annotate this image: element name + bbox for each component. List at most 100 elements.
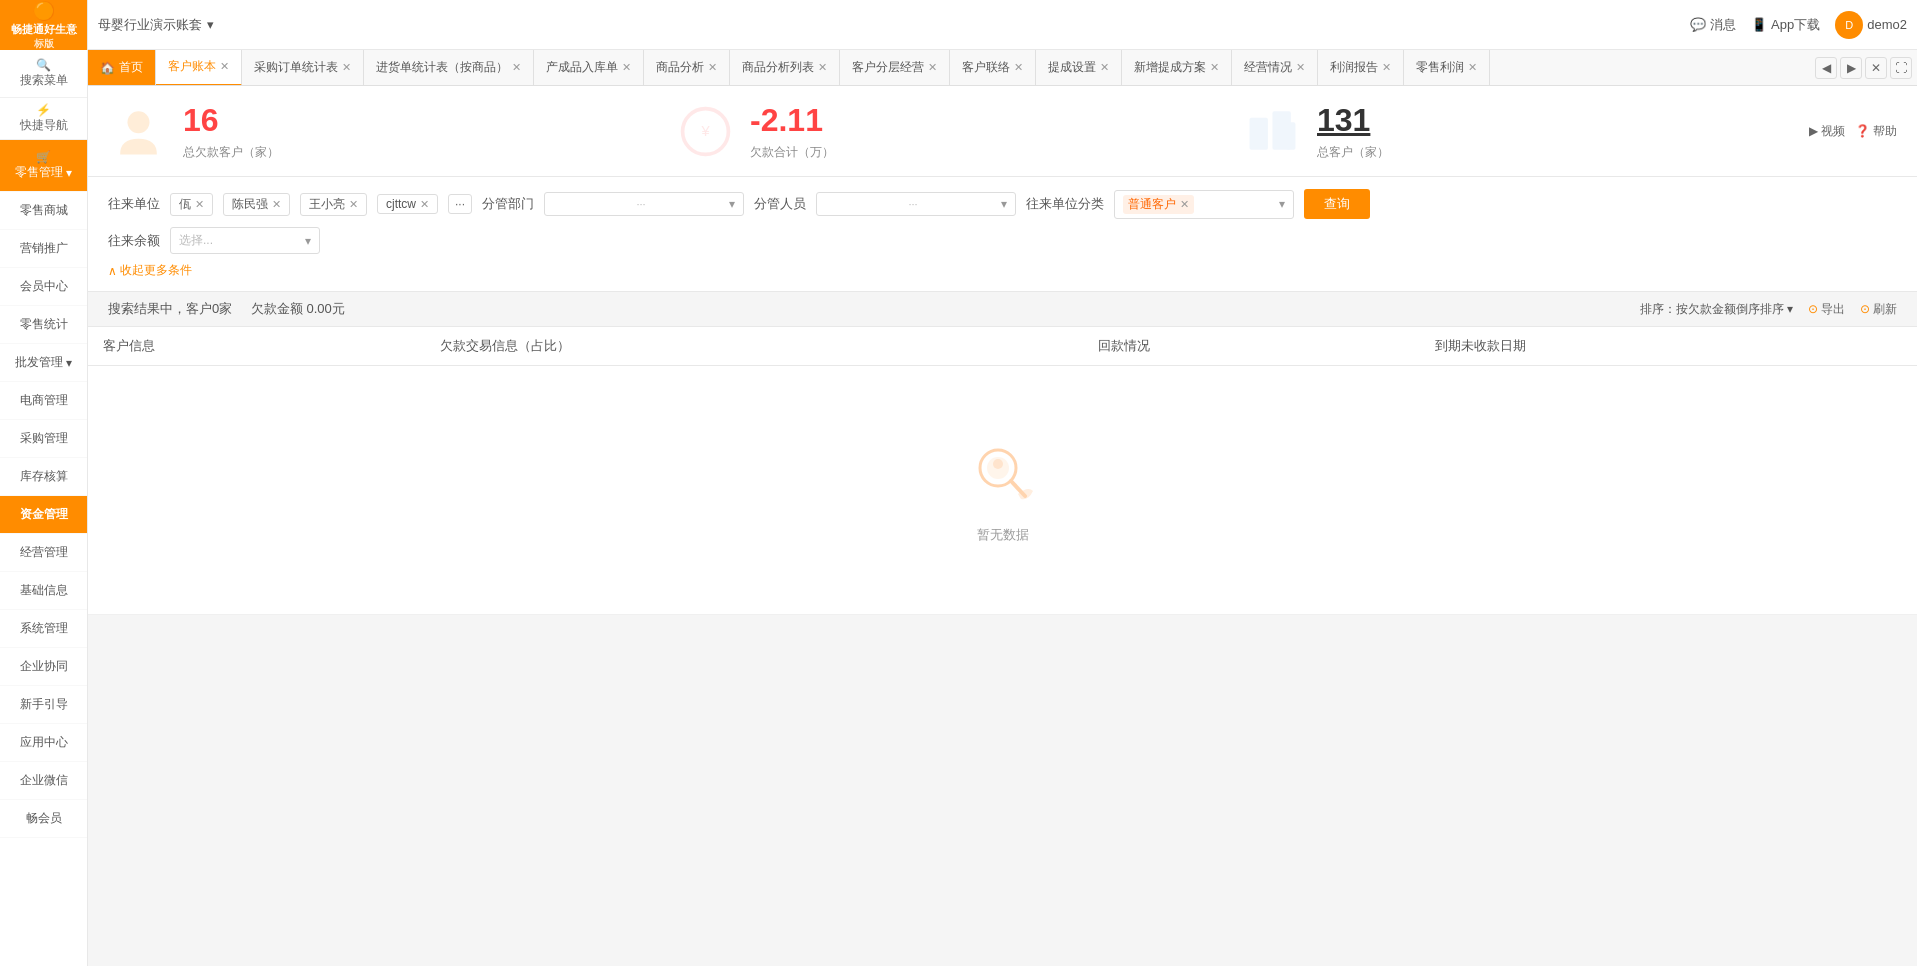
data-table-container: 客户信息 欠款交易信息（占比） 回款情况 到期未收款日期: [88, 327, 1917, 615]
video-button[interactable]: ▶ 视频: [1809, 123, 1845, 140]
app-name: 畅捷通好生意: [11, 22, 77, 37]
filter-label-person: 分管人员: [754, 195, 806, 213]
filter-more-button[interactable]: ···: [448, 194, 472, 214]
tab-purchase-order[interactable]: 采购订单统计表 ✕: [242, 50, 364, 86]
sort-dropdown[interactable]: 排序：按欠款金额倒序排序 ▾: [1640, 301, 1793, 318]
remove-category-icon[interactable]: ✕: [1180, 198, 1189, 211]
close-icon[interactable]: ✕: [1468, 61, 1477, 74]
sidebar-item-basic-info[interactable]: 基础信息: [0, 572, 87, 610]
remove-tag-icon[interactable]: ✕: [195, 198, 204, 211]
close-icon[interactable]: ✕: [818, 61, 827, 74]
close-icon[interactable]: ✕: [1100, 61, 1109, 74]
sidebar-item-operation-mgmt[interactable]: 经营管理: [0, 534, 87, 572]
close-icon[interactable]: ✕: [512, 61, 521, 74]
user-avatar[interactable]: D demo2: [1835, 11, 1907, 39]
tab-expand-button[interactable]: ⛶: [1890, 57, 1912, 79]
tab-stock-stats[interactable]: 进货单统计表（按商品） ✕: [364, 50, 534, 86]
filter-dept-select[interactable]: ··· ▾: [544, 192, 744, 216]
filter-tag-unit-3[interactable]: 王小亮 ✕: [300, 193, 367, 216]
sidebar-item-wechat-work[interactable]: 企业微信: [0, 762, 87, 800]
home-icon: 🏠: [100, 61, 115, 75]
tab-customers[interactable]: 客户账本 ✕: [156, 50, 242, 86]
sidebar-item-retail-shop[interactable]: 零售商城: [0, 192, 87, 230]
filter-balance-select[interactable]: 选择... ▾: [170, 227, 320, 254]
app-sub: 标版: [34, 37, 54, 51]
empty-text: 暂无数据: [977, 526, 1029, 544]
tab-retail-profit[interactable]: 零售利润 ✕: [1404, 50, 1490, 86]
filter-person-select[interactable]: ··· ▾: [816, 192, 1016, 216]
tab-add-promotion[interactable]: 新增提成方案 ✕: [1122, 50, 1232, 86]
sidebar-item-system-mgmt[interactable]: 系统管理: [0, 610, 87, 648]
tab-customer-contact[interactable]: 客户联络 ✕: [950, 50, 1036, 86]
sidebar-item-retail-stats[interactable]: 零售统计: [0, 306, 87, 344]
close-icon[interactable]: ✕: [1382, 61, 1391, 74]
query-button[interactable]: 查询: [1304, 189, 1370, 219]
tab-customer-segment[interactable]: 客户分层经营 ✕: [840, 50, 950, 86]
store-selector[interactable]: 母婴行业演示账套 ▾: [98, 16, 214, 34]
message-button[interactable]: 💬 消息: [1690, 16, 1736, 34]
remove-tag-icon[interactable]: ✕: [349, 198, 358, 211]
sidebar-item-vip-member[interactable]: 畅会员: [0, 800, 87, 838]
stat-customers-value: 16: [183, 101, 279, 139]
filter-tag-unit-1[interactable]: 佤 ✕: [170, 193, 213, 216]
close-icon[interactable]: ✕: [342, 61, 351, 74]
sidebar-item-purchase-mgmt[interactable]: 采购管理: [0, 420, 87, 458]
category-tag[interactable]: 普通客户 ✕: [1123, 195, 1194, 214]
tab-profit-report[interactable]: 利润报告 ✕: [1318, 50, 1404, 86]
remove-tag-icon[interactable]: ✕: [420, 198, 429, 211]
tab-operation[interactable]: 经营情况 ✕: [1232, 50, 1318, 86]
help-icon: ❓: [1855, 124, 1870, 138]
close-icon[interactable]: ✕: [1210, 61, 1219, 74]
sidebar-item-member-center[interactable]: 会员中心: [0, 268, 87, 306]
export-icon: ⊙: [1808, 302, 1818, 316]
svg-text:¥: ¥: [700, 123, 710, 139]
sidebar-item-marketing[interactable]: 营销推广: [0, 230, 87, 268]
stat-debt-value: -2.11: [750, 101, 834, 139]
sidebar-item-ecommerce[interactable]: 电商管理: [0, 382, 87, 420]
result-bar-right: 排序：按欠款金额倒序排序 ▾ ⊙ 导出 ⊙ 刷新: [1640, 301, 1897, 318]
close-icon[interactable]: ✕: [220, 60, 229, 73]
stat-total: 131 总客户（家）: [1317, 101, 1389, 160]
debt-amount-text: 欠款金额 0.00元: [251, 301, 345, 316]
app-download-button[interactable]: 📱 App下载: [1751, 16, 1820, 34]
export-button[interactable]: ⊙ 导出: [1808, 301, 1845, 318]
tab-next-button[interactable]: ▶: [1840, 57, 1862, 79]
sidebar-item-finance[interactable]: 资金管理: [0, 496, 87, 534]
filter-tag-unit-2[interactable]: 陈民强 ✕: [223, 193, 290, 216]
stat-debt-label: 欠款合计（万）: [750, 144, 834, 161]
stat-block-customers: 16 总欠款客户（家）: [108, 101, 675, 161]
filter-category-select[interactable]: 普通客户 ✕ ▾: [1114, 190, 1294, 219]
filter-row-2: 往来余额 选择... ▾: [108, 227, 1897, 254]
close-icon[interactable]: ✕: [622, 61, 631, 74]
tab-goods-analysis-list[interactable]: 商品分析列表 ✕: [730, 50, 840, 86]
tab-home[interactable]: 🏠 首页: [88, 50, 156, 86]
tab-promotion-settings[interactable]: 提成设置 ✕: [1036, 50, 1122, 86]
chevron-down-icon: ▾: [305, 234, 311, 248]
refresh-button[interactable]: ⊙ 刷新: [1860, 301, 1897, 318]
sidebar-item-enterprise[interactable]: 企业协同: [0, 648, 87, 686]
sidebar-item-retail-mgmt[interactable]: 🛒 零售管理 ▾: [0, 140, 87, 192]
nav-tabs: 🏠 首页 客户账本 ✕ 采购订单统计表 ✕ 进货单统计表（按商品） ✕ 产成品入…: [88, 50, 1917, 86]
remove-tag-icon[interactable]: ✕: [272, 198, 281, 211]
sidebar-item-wholesale-mgmt[interactable]: 批发管理 ▾: [0, 344, 87, 382]
sidebar-item-new-guide[interactable]: 新手引导: [0, 686, 87, 724]
collapse-button[interactable]: ∧ 收起更多条件: [108, 262, 1897, 279]
tab-production[interactable]: 产成品入库单 ✕: [534, 50, 644, 86]
refresh-icon: ⊙: [1860, 302, 1870, 316]
close-icon[interactable]: ✕: [928, 61, 937, 74]
store-name: 母婴行业演示账套: [98, 16, 202, 34]
tab-goods-analysis[interactable]: 商品分析 ✕: [644, 50, 730, 86]
close-icon[interactable]: ✕: [708, 61, 717, 74]
close-icon[interactable]: ✕: [1014, 61, 1023, 74]
sidebar-item-inventory[interactable]: 库存核算: [0, 458, 87, 496]
close-icon[interactable]: ✕: [1296, 61, 1305, 74]
sidebar-item-app-center[interactable]: 应用中心: [0, 724, 87, 762]
filter-tag-unit-4[interactable]: cjttcw ✕: [377, 194, 438, 214]
chevron-down-icon: ▾: [1001, 197, 1007, 211]
tab-prev-button[interactable]: ◀: [1815, 57, 1837, 79]
help-button[interactable]: ❓ 帮助: [1855, 123, 1897, 140]
tab-close-all-button[interactable]: ✕: [1865, 57, 1887, 79]
sidebar-item-quick-nav[interactable]: ⚡ 快捷导航: [0, 98, 87, 140]
sidebar-item-search[interactable]: 🔍 搜索菜单: [0, 50, 87, 98]
filter-label-unit: 往来单位: [108, 195, 160, 213]
